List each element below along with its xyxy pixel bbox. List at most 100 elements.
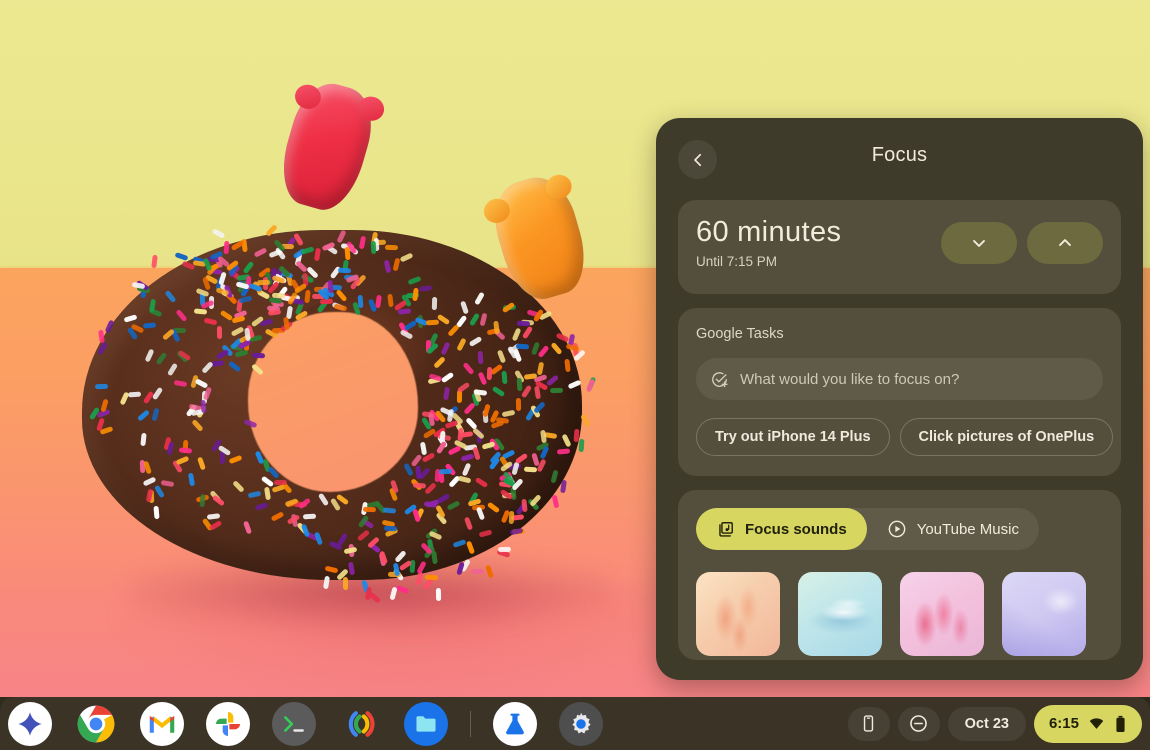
sprinkle — [384, 245, 398, 251]
sprinkle — [533, 401, 547, 415]
sprinkle — [358, 235, 366, 249]
sprinkle — [463, 516, 473, 531]
sprinkle — [251, 363, 265, 376]
sprinkle — [327, 279, 334, 294]
google-tasks-card: Google Tasks What would you like to focu… — [678, 308, 1121, 476]
sounds-tab-group: Focus sounds YouTube Music — [696, 508, 1039, 550]
sprinkle — [523, 466, 538, 473]
sprinkle — [175, 309, 188, 323]
sprinkle — [335, 288, 348, 302]
tab-youtube-music[interactable]: YouTube Music — [867, 508, 1039, 550]
sprinkle — [211, 494, 225, 507]
sprinkle — [333, 303, 348, 312]
tab-focus-sounds[interactable]: Focus sounds — [696, 508, 867, 550]
sprinkle — [478, 351, 484, 365]
sprinkle — [197, 456, 207, 471]
sprinkle — [97, 329, 105, 344]
sprinkle — [447, 324, 460, 337]
shelf-item-terminal[interactable] — [272, 701, 316, 746]
shelf-item-linux-beta[interactable] — [493, 701, 537, 750]
sprinkle — [224, 240, 230, 255]
shelf-item-chrome[interactable] — [74, 702, 118, 750]
sprinkle — [270, 511, 285, 522]
sprinkle — [437, 313, 451, 325]
wifi-icon — [1089, 718, 1104, 729]
sprinkle — [295, 260, 309, 273]
sprinkle — [164, 289, 177, 304]
sprinkle — [243, 418, 258, 429]
sprinkle — [479, 312, 488, 327]
sprinkle — [474, 477, 489, 489]
blossom-thumbnail[interactable] — [900, 572, 984, 656]
shelf-item-files[interactable] — [404, 701, 448, 746]
add-task-icon — [712, 371, 728, 387]
sprinkle — [414, 465, 422, 480]
leaves-thumbnail[interactable] — [696, 572, 780, 656]
shelf-item-settings[interactable] — [559, 701, 603, 750]
sprinkles-layer — [60, 80, 680, 640]
decrease-duration-button[interactable] — [941, 222, 1017, 264]
sprinkle — [238, 295, 252, 304]
sprinkle — [206, 512, 220, 520]
shelf-item-assistant[interactable] — [8, 701, 52, 746]
sprinkle — [318, 493, 330, 507]
sprinkle — [243, 328, 251, 342]
sprinkle — [585, 378, 596, 393]
terminal-icon — [284, 715, 304, 732]
increase-duration-button[interactable] — [1027, 222, 1103, 264]
chromeos-desktop: Focus 60 minutes Until 7:15 PM Google Ta… — [0, 0, 1150, 750]
sprinkle — [203, 317, 218, 326]
sprinkle — [472, 446, 482, 461]
sprinkle — [273, 479, 288, 486]
sprinkle — [338, 267, 352, 274]
sprinkle — [144, 348, 155, 363]
status-area-button[interactable]: 6:15 — [1033, 704, 1142, 743]
sprinkle — [253, 247, 268, 258]
shelf-item-gmail[interactable] — [140, 701, 184, 746]
sprinkle — [398, 308, 412, 315]
sprinkle — [392, 257, 401, 272]
youtube-music-icon — [888, 520, 906, 538]
sprinkle — [348, 561, 356, 576]
focus-panel-header: Focus — [656, 118, 1143, 200]
sprinkle — [151, 407, 160, 422]
do-not-disturb-button[interactable] — [897, 706, 940, 741]
focus-panel: Focus 60 minutes Until 7:15 PM Google Ta… — [656, 118, 1143, 680]
shelf-item-photos[interactable] — [206, 701, 250, 746]
media-icon — [348, 710, 375, 737]
sprinkle — [228, 360, 242, 373]
sprinkle — [191, 419, 204, 433]
timer-card: 60 minutes Until 7:15 PM — [678, 200, 1121, 294]
shelf-item-media[interactable] — [338, 702, 382, 746]
task-chip[interactable]: Click pictures of OnePlus — [899, 418, 1114, 456]
phone-hub-button[interactable] — [847, 706, 890, 741]
date-tray-button[interactable]: Oct 23 — [947, 706, 1026, 741]
task-input-placeholder: What would you like to focus on? — [740, 370, 960, 388]
task-chip[interactable]: Try out iPhone 14 Plus — [696, 418, 890, 456]
sprinkle — [242, 260, 255, 274]
sprinkle — [267, 308, 282, 316]
sprinkle — [564, 359, 572, 373]
sprinkle — [446, 500, 461, 511]
sprinkle — [432, 356, 446, 369]
sprinkle — [455, 337, 467, 352]
lavender-thumbnail[interactable] — [1002, 572, 1086, 656]
sprinkle — [297, 497, 312, 510]
sprinkle — [201, 360, 214, 374]
sprinkle — [199, 494, 206, 508]
timer-value: 60 — [696, 216, 730, 248]
sprinkle — [457, 428, 464, 442]
ripples-thumbnail[interactable] — [798, 572, 882, 656]
sprinkle — [580, 413, 592, 428]
sprinkle — [251, 352, 266, 359]
sound-library-icon — [719, 521, 733, 537]
timer-unit: minutes — [737, 216, 842, 248]
sprinkle — [501, 409, 516, 418]
sprinkle — [407, 275, 422, 285]
task-input[interactable]: What would you like to focus on? — [696, 358, 1103, 400]
gear-icon — [572, 712, 591, 733]
sprinkle — [324, 565, 339, 574]
sprinkle — [515, 343, 529, 349]
sprinkle — [486, 367, 493, 381]
sprinkle — [178, 447, 192, 454]
